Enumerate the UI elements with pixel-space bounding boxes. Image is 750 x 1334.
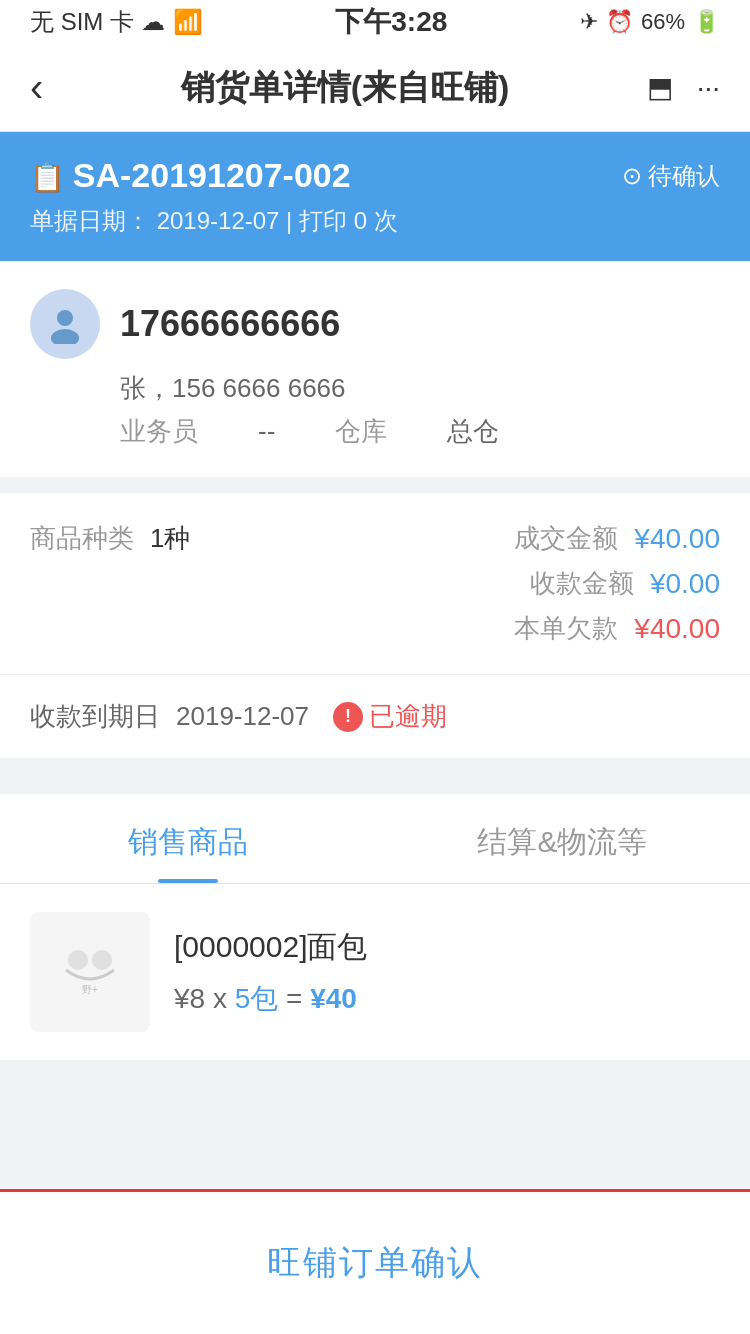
summary-row: 商品种类 1种 成交金额 ¥40.00 收款金额 ¥0.00 本单欠款 ¥40.…	[30, 521, 720, 646]
transaction-value: ¥40.00	[634, 523, 720, 555]
back-button[interactable]: ‹	[30, 65, 43, 110]
alarm-icon: ⏰	[606, 9, 633, 35]
receipt-amount: 收款金额 ¥0.00	[530, 566, 720, 601]
tabs-row: 销售商品 结算&物流等	[0, 794, 750, 883]
svg-point-0	[57, 310, 73, 326]
status-text: 待确认	[648, 160, 720, 192]
battery-level: 66%	[641, 9, 685, 35]
order-header: 📋 SA-20191207-002 ⊙ 待确认 单据日期： 2019-12-07…	[0, 132, 750, 261]
summary-section: 商品种类 1种 成交金额 ¥40.00 收款金额 ¥0.00 本单欠款 ¥40.…	[0, 493, 750, 674]
product-price: ¥8 x 5包 = ¥40	[174, 980, 720, 1018]
product-image: 野+	[30, 912, 150, 1032]
customer-phone: 17666666666	[120, 303, 340, 345]
nav-right: ⬒ ···	[647, 71, 720, 104]
amounts: 成交金额 ¥40.00 收款金额 ¥0.00 本单欠款 ¥40.00	[514, 521, 720, 646]
more-button[interactable]: ···	[697, 72, 720, 104]
wifi-icon: 📶	[173, 8, 203, 36]
order-status: ⊙ 待确认	[622, 160, 720, 192]
overdue-badge: ! 已逾期	[333, 699, 447, 734]
order-icon: 📋	[30, 162, 73, 193]
customer-section: 17666666666 张，156 6666 6666 业务员 -- 仓库 总仓	[0, 261, 750, 477]
tab-settlement-label: 结算&物流等	[477, 825, 647, 858]
clock-icon: ⊙	[622, 162, 642, 190]
sales-label: 业务员	[120, 414, 198, 449]
svg-point-2	[68, 950, 88, 970]
location-icon: ✈	[580, 9, 598, 35]
svg-text:野+: 野+	[82, 984, 98, 995]
product-info: [0000002]面包 ¥8 x 5包 = ¥40	[174, 927, 720, 1018]
tab-sales[interactable]: 销售商品	[0, 794, 375, 883]
balance-label: 本单欠款	[514, 611, 618, 646]
product-type-label: 商品种类	[30, 521, 134, 556]
customer-top: 17666666666	[30, 289, 720, 359]
status-time: 下午3:28	[335, 3, 447, 41]
overdue-text: 已逾期	[369, 699, 447, 734]
price-equals: =	[286, 983, 310, 1014]
transaction-amount: 成交金额 ¥40.00	[514, 521, 720, 556]
nav-left: ‹	[30, 65, 43, 110]
divider-1	[0, 477, 750, 493]
warehouse-value: 总仓	[447, 414, 499, 449]
price-base: ¥8 x	[174, 983, 235, 1014]
svg-point-1	[51, 329, 79, 344]
product-type-value: 1种	[150, 521, 190, 556]
product-name: [0000002]面包	[174, 927, 720, 968]
price-qty: 5包	[235, 983, 279, 1014]
status-bar: 无 SIM 卡 ☁ 📶 下午3:28 ✈ ⏰ 66% 🔋	[0, 0, 750, 44]
product-logo-icon: 野+	[50, 938, 130, 1007]
tab-sales-label: 销售商品	[128, 825, 248, 858]
avatar	[30, 289, 100, 359]
sim-status: 无 SIM 卡 ☁	[30, 6, 165, 38]
balance-value: ¥40.00	[634, 613, 720, 645]
warehouse-label: 仓库	[335, 414, 387, 449]
status-left: 无 SIM 卡 ☁ 📶	[30, 6, 203, 38]
order-id-row: 📋 SA-20191207-002 ⊙ 待确认	[30, 156, 720, 195]
page-title: 销货单详情(来自旺铺)	[181, 65, 510, 111]
duedate-value: 2019-12-07	[176, 701, 309, 732]
receipt-label: 收款金额	[530, 566, 634, 601]
warning-icon: !	[333, 702, 363, 732]
nav-bar: ‹ 销货单详情(来自旺铺) ⬒ ···	[0, 44, 750, 132]
battery-icon: 🔋	[693, 9, 720, 35]
balance-amount: 本单欠款 ¥40.00	[514, 611, 720, 646]
product-type: 商品种类 1种	[30, 521, 190, 556]
tabs-section: 销售商品 结算&物流等	[0, 794, 750, 884]
duedate-label: 收款到期日	[30, 699, 160, 734]
tab-settlement[interactable]: 结算&物流等	[375, 794, 750, 883]
customer-name: 张，156 6666 6666	[120, 371, 720, 406]
svg-point-3	[92, 950, 112, 970]
order-id-text: SA-20191207-002	[73, 156, 351, 194]
confirm-button[interactable]: 旺铺订单确认	[30, 1212, 720, 1314]
order-id: 📋 SA-20191207-002	[30, 156, 351, 195]
receipt-value: ¥0.00	[650, 568, 720, 600]
product-item: 野+ [0000002]面包 ¥8 x 5包 = ¥40	[0, 884, 750, 1061]
divider-2	[0, 758, 750, 778]
products-section: 野+ [0000002]面包 ¥8 x 5包 = ¥40	[0, 884, 750, 1061]
status-right: ✈ ⏰ 66% 🔋	[580, 9, 720, 35]
customer-meta: 业务员 -- 仓库 总仓	[120, 414, 720, 449]
sales-value: --	[258, 416, 275, 447]
order-date: 单据日期： 2019-12-07 | 打印 0 次	[30, 205, 720, 237]
duedate-section: 收款到期日 2019-12-07 ! 已逾期	[0, 674, 750, 758]
transaction-label: 成交金额	[514, 521, 618, 556]
bottom-bar: 旺铺订单确认	[0, 1189, 750, 1334]
share-button[interactable]: ⬒	[647, 71, 673, 104]
price-total: ¥40	[310, 983, 357, 1014]
